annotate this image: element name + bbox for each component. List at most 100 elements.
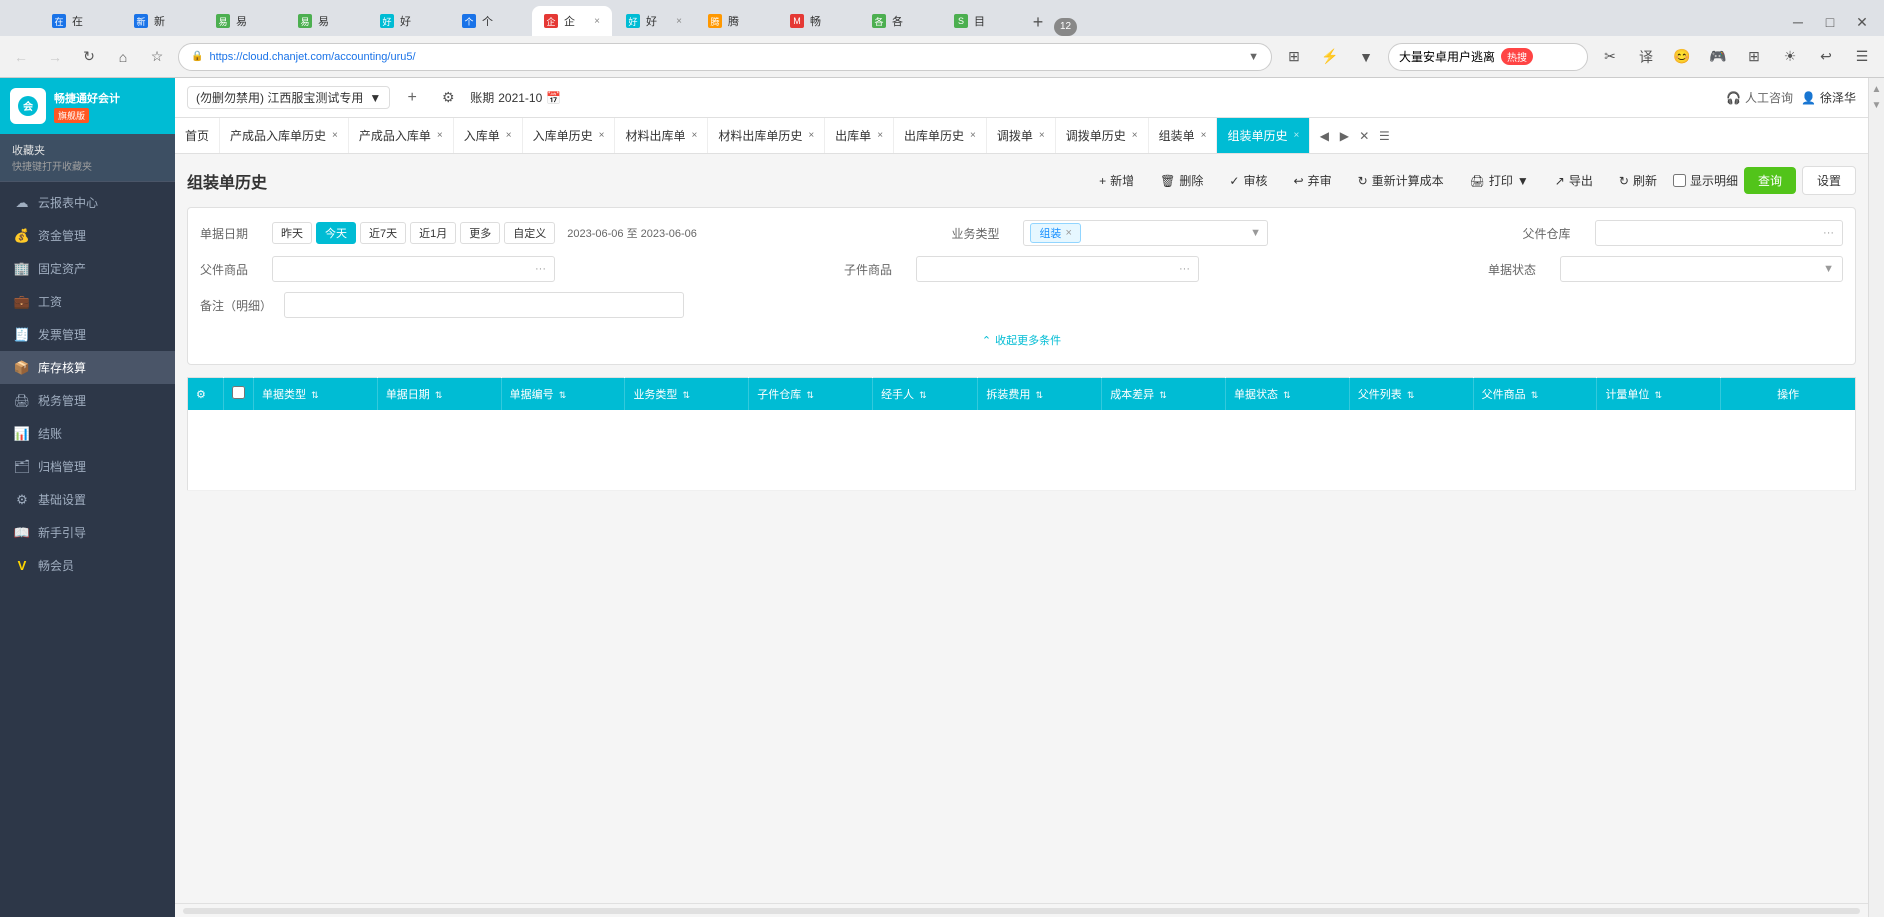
tab-4[interactable]: 易 易 xyxy=(286,6,366,36)
th-type[interactable]: 单据类型 ⇅ xyxy=(254,378,378,411)
date-btn-today[interactable]: 今天 xyxy=(316,222,356,244)
th-checkbox[interactable] xyxy=(224,378,254,411)
close-nav-tab-material-outbound[interactable]: × xyxy=(691,130,697,141)
calendar-icon[interactable]: 📅 xyxy=(546,91,561,105)
delete-button[interactable]: 🗑 删除 xyxy=(1150,168,1213,193)
nav-tab-arrow-left[interactable]: ◀ xyxy=(1314,118,1334,154)
close-nav-tab-transfer[interactable]: × xyxy=(1039,130,1045,141)
date-btn-more[interactable]: 更多 xyxy=(460,222,500,244)
close-nav-tab-inbound[interactable]: × xyxy=(506,130,512,141)
nav-tab-assembly[interactable]: 组装单 × xyxy=(1149,118,1218,154)
tab-11[interactable]: 各 各 xyxy=(860,6,940,36)
close-window-button[interactable]: ✕ xyxy=(1848,8,1876,36)
export-button[interactable]: ↗ 导出 xyxy=(1545,168,1603,193)
close-nav-tab-assembly-history[interactable]: × xyxy=(1293,130,1299,141)
settings-button[interactable]: 设置 xyxy=(1802,166,1856,195)
date-btn-1month[interactable]: 近1月 xyxy=(410,222,456,244)
status-field[interactable]: ▼ xyxy=(1560,256,1843,282)
sidebar-favorites[interactable]: 收藏夹 快捷键打开收藏夹 xyxy=(0,134,175,182)
tab-1[interactable]: 在 在 xyxy=(40,6,120,36)
business-type-filter-field[interactable]: 组装 × ▼ xyxy=(1023,220,1268,246)
show-detail-checkbox[interactable] xyxy=(1673,174,1686,187)
th-handler[interactable]: 经手人 ⇅ xyxy=(873,378,978,411)
show-detail-checkbox-label[interactable]: 显示明细 xyxy=(1673,172,1738,189)
tab-6[interactable]: 个 个 xyxy=(450,6,530,36)
collapse-button[interactable]: ⌃ 收起更多条件 xyxy=(982,332,1061,348)
bottom-scrollbar[interactable] xyxy=(175,903,1868,917)
audit-button[interactable]: ✓ 审核 xyxy=(1219,168,1277,193)
print-button[interactable]: 🖨 打印 ▼ xyxy=(1460,168,1539,193)
undo-icon[interactable]: ↩ xyxy=(1812,43,1840,71)
close-nav-tab-outbound[interactable]: × xyxy=(877,130,883,141)
parent-goods-more-icon[interactable]: ··· xyxy=(535,263,546,275)
game-icon[interactable]: 🎮 xyxy=(1704,43,1732,71)
nav-tab-arrow-right[interactable]: ▶ xyxy=(1334,118,1354,154)
nav-tab-outbound-history[interactable]: 出库单历史 × xyxy=(894,118,987,154)
refresh-page-button[interactable]: ↻ 刷新 xyxy=(1609,168,1667,193)
sidebar-item-archive[interactable]: 🗂 归档管理 xyxy=(0,450,175,483)
lightning-icon[interactable]: ⚡ xyxy=(1316,43,1344,71)
close-tab-7[interactable]: × xyxy=(594,16,600,27)
close-tab-8[interactable]: × xyxy=(676,16,682,27)
sidebar-item-closing[interactable]: 📊 结账 xyxy=(0,417,175,450)
close-nav-tab-outbound-history[interactable]: × xyxy=(970,130,976,141)
tab-10[interactable]: M 畅 xyxy=(778,6,858,36)
parent-warehouse-more-icon[interactable]: ··· xyxy=(1823,227,1834,239)
close-nav-tab-transfer-history[interactable]: × xyxy=(1132,130,1138,141)
user-info[interactable]: 👤 徐泽华 xyxy=(1801,89,1856,106)
tab-12[interactable]: S 目 xyxy=(942,6,1022,36)
sidebar-item-fixed-assets[interactable]: 🏢 固定资产 xyxy=(0,252,175,285)
sidebar-item-cloud-reports[interactable]: ☁ 云报表中心 xyxy=(0,186,175,219)
maximize-button[interactable]: □ xyxy=(1816,8,1844,36)
nav-tab-outbound[interactable]: 出库单 × xyxy=(825,118,894,154)
nav-tab-material-outbound[interactable]: 材料出库单 × xyxy=(615,118,708,154)
tab-7[interactable]: 企 企 × xyxy=(532,6,612,36)
tab-8[interactable]: 好 好 × xyxy=(614,6,694,36)
add-button[interactable]: + 新增 xyxy=(1089,168,1144,193)
th-unit[interactable]: 计量单位 ⇅ xyxy=(1597,378,1721,411)
minimize-button[interactable]: ─ xyxy=(1784,8,1812,36)
support-button[interactable]: 🎧 人工咨询 xyxy=(1726,89,1793,106)
nav-tab-material-outbound-history[interactable]: 材料出库单历史 × xyxy=(708,118,825,154)
th-disassemble-fee[interactable]: 拆装费用 ⇅ xyxy=(978,378,1102,411)
nav-tab-close-all[interactable]: ✕ xyxy=(1354,118,1374,154)
sidebar-item-fund-management[interactable]: 💰 资金管理 xyxy=(0,219,175,252)
th-parent-goods[interactable]: 父件商品 ⇅ xyxy=(1473,378,1597,411)
child-goods-more-icon[interactable]: ··· xyxy=(1179,263,1190,275)
th-date[interactable]: 单据日期 ⇅ xyxy=(377,378,501,411)
close-nav-tab-material-outbound-history[interactable]: × xyxy=(808,130,814,141)
tab-2[interactable]: 新 新 xyxy=(122,6,202,36)
th-status[interactable]: 单据状态 ⇅ xyxy=(1226,378,1350,411)
child-goods-field[interactable]: ··· xyxy=(916,256,1199,282)
sidebar-item-salary[interactable]: 💼 工资 xyxy=(0,285,175,318)
close-nav-tab-finished-goods[interactable]: × xyxy=(437,130,443,141)
address-input[interactable]: 🔒 https://cloud.chanjet.com/accounting/u… xyxy=(178,43,1272,71)
right-panel-arrow-up[interactable]: ▲ xyxy=(1870,82,1884,96)
address-dropdown-icon[interactable]: ▼ xyxy=(1248,51,1259,63)
sidebar-item-inventory[interactable]: 📦 库存核算 xyxy=(0,351,175,384)
th-business-type[interactable]: 业务类型 ⇅ xyxy=(625,378,749,411)
tab-9[interactable]: 腾 腾 xyxy=(696,6,776,36)
nav-tab-inbound[interactable]: 入库单 × xyxy=(454,118,523,154)
close-nav-tab-assembly[interactable]: × xyxy=(1201,130,1207,141)
home-button[interactable]: ⌂ xyxy=(110,44,136,70)
recalculate-button[interactable]: ↻ 重新计算成本 xyxy=(1348,168,1454,193)
nav-tab-finished-goods[interactable]: 产成品入库单 × xyxy=(349,118,454,154)
menu-icon[interactable]: ☰ xyxy=(1848,43,1876,71)
parent-goods-field[interactable]: ··· xyxy=(272,256,555,282)
tab-3[interactable]: 易 易 xyxy=(204,6,284,36)
sidebar-item-tax[interactable]: 🖨 税务管理 xyxy=(0,384,175,417)
new-tab-button[interactable]: + xyxy=(1024,8,1052,36)
th-cost-diff[interactable]: 成本差异 ⇅ xyxy=(1102,378,1226,411)
sidebar-item-guide[interactable]: 📖 新手引导 xyxy=(0,516,175,549)
nav-tab-assembly-history[interactable]: 组装单历史 × xyxy=(1217,118,1310,154)
nav-tab-transfer[interactable]: 调拨单 × xyxy=(987,118,1056,154)
date-btn-7days[interactable]: 近7天 xyxy=(360,222,406,244)
th-parent-list[interactable]: 父件列表 ⇅ xyxy=(1349,378,1473,411)
remove-business-type-tag[interactable]: × xyxy=(1065,227,1071,239)
sidebar-item-invoice[interactable]: 🧾 发票管理 xyxy=(0,318,175,351)
abandon-button[interactable]: ↩ 弃审 xyxy=(1284,168,1342,193)
nav-tab-transfer-history[interactable]: 调拨单历史 × xyxy=(1056,118,1149,154)
remarks-field[interactable] xyxy=(284,292,684,318)
query-button[interactable]: 查询 xyxy=(1744,167,1796,194)
